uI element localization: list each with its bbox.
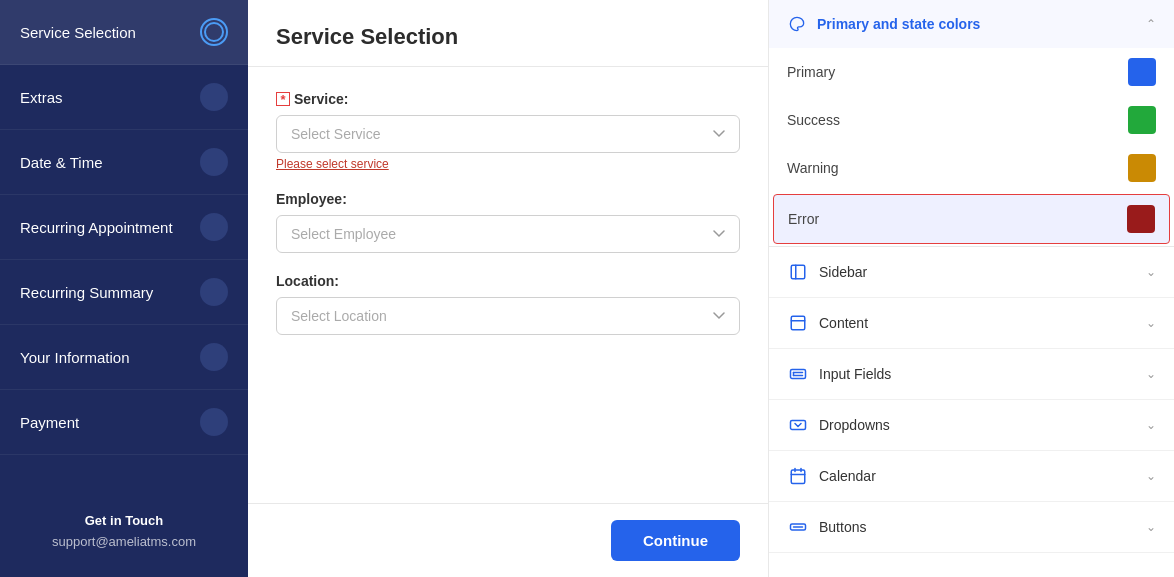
sidebar-item-label: Your Information (20, 349, 130, 366)
service-form-group: * Service: Select Service Please select … (276, 91, 740, 171)
color-swatch-success[interactable] (1128, 106, 1156, 134)
footer-title: Get in Touch (20, 511, 228, 532)
sidebar-step-icon-active (200, 18, 228, 46)
panel-item-buttons[interactable]: Buttons ⌄ (769, 502, 1174, 553)
main-footer: Continue (248, 503, 768, 577)
service-label: * Service: (276, 91, 740, 107)
color-row-error: Error (773, 194, 1170, 244)
main-header: Service Selection (248, 0, 768, 67)
main-body: * Service: Select Service Please select … (248, 67, 768, 503)
color-label-primary: Primary (787, 64, 835, 80)
main-panel: Service Selection * Service: Select Serv… (248, 0, 768, 577)
panel-input-fields-title: Input Fields (787, 363, 891, 385)
input-fields-icon (787, 363, 809, 385)
sidebar-item-recurring-summary[interactable]: Recurring Summary (0, 260, 248, 325)
service-select[interactable]: Select Service (276, 115, 740, 153)
sidebar-item-label: Service Selection (20, 24, 136, 41)
primary-colors-section: Primary and state colors ⌃ Primary Succe… (769, 0, 1174, 247)
sidebar-item-extras[interactable]: Extras (0, 65, 248, 130)
employee-form-group: Employee: Select Employee (276, 191, 740, 253)
sidebar-item-service-selection[interactable]: Service Selection (0, 0, 248, 65)
panel-buttons-title: Buttons (787, 516, 866, 538)
color-swatch-primary[interactable] (1128, 58, 1156, 86)
content-layout-icon (787, 312, 809, 334)
sidebar-step-icon (200, 148, 228, 176)
sidebar-item-label: Recurring Appointment (20, 219, 173, 236)
svg-rect-0 (791, 265, 805, 279)
panel-item-content[interactable]: Content ⌄ (769, 298, 1174, 349)
panel-content-title: Content (787, 312, 868, 334)
employee-label: Employee: (276, 191, 740, 207)
sidebar: Service Selection Extras Date & Time Rec… (0, 0, 248, 577)
service-error-message: Please select service (276, 157, 740, 171)
buttons-icon (787, 516, 809, 538)
location-form-group: Location: Select Location (276, 273, 740, 335)
svg-rect-9 (791, 470, 805, 484)
panel-item-calendar[interactable]: Calendar ⌄ (769, 451, 1174, 502)
sidebar-item-payment[interactable]: Payment (0, 390, 248, 455)
color-row-warning: Warning (769, 144, 1174, 192)
sidebar-step-icon (200, 408, 228, 436)
color-row-primary: Primary (769, 48, 1174, 96)
required-star: * (276, 92, 290, 106)
location-select[interactable]: Select Location (276, 297, 740, 335)
svg-rect-8 (791, 421, 806, 430)
sidebar-item-label: Recurring Summary (20, 284, 153, 301)
svg-rect-2 (791, 316, 805, 330)
chevron-up-icon: ⌃ (1146, 17, 1156, 31)
color-swatch-warning[interactable] (1128, 154, 1156, 182)
sidebar-item-label: Extras (20, 89, 63, 106)
sidebar-item-label: Payment (20, 414, 79, 431)
palette-icon (787, 14, 807, 34)
color-label-warning: Warning (787, 160, 839, 176)
chevron-down-icon: ⌄ (1146, 520, 1156, 534)
panel-dropdowns-title: Dropdowns (787, 414, 890, 436)
right-panel: Primary and state colors ⌃ Primary Succe… (768, 0, 1174, 577)
sidebar-step-icon (200, 278, 228, 306)
employee-select[interactable]: Select Employee (276, 215, 740, 253)
sidebar-step-icon (200, 213, 228, 241)
sidebar-layout-icon (787, 261, 809, 283)
primary-colors-header[interactable]: Primary and state colors ⌃ (769, 0, 1174, 48)
chevron-down-icon: ⌄ (1146, 367, 1156, 381)
sidebar-step-icon (200, 83, 228, 111)
color-label-success: Success (787, 112, 840, 128)
dropdowns-icon (787, 414, 809, 436)
color-swatch-error[interactable] (1127, 205, 1155, 233)
sidebar-item-date-time[interactable]: Date & Time (0, 130, 248, 195)
chevron-down-icon: ⌄ (1146, 469, 1156, 483)
calendar-icon (787, 465, 809, 487)
continue-button[interactable]: Continue (611, 520, 740, 561)
panel-item-sidebar[interactable]: Sidebar ⌄ (769, 247, 1174, 298)
sidebar-footer: Get in Touch support@ameliatms.com (0, 487, 248, 577)
sidebar-step-icon (200, 343, 228, 371)
sidebar-item-label: Date & Time (20, 154, 103, 171)
color-row-success: Success (769, 96, 1174, 144)
panel-sidebar-title: Sidebar (787, 261, 867, 283)
primary-colors-title: Primary and state colors (787, 14, 980, 34)
page-title: Service Selection (276, 24, 740, 50)
chevron-down-icon: ⌄ (1146, 265, 1156, 279)
footer-email: support@ameliatms.com (20, 532, 228, 553)
chevron-down-icon: ⌄ (1146, 316, 1156, 330)
color-label-error: Error (788, 211, 819, 227)
location-label: Location: (276, 273, 740, 289)
sidebar-item-your-information[interactable]: Your Information (0, 325, 248, 390)
panel-item-dropdowns[interactable]: Dropdowns ⌄ (769, 400, 1174, 451)
chevron-down-icon: ⌄ (1146, 418, 1156, 432)
panel-item-input-fields[interactable]: Input Fields ⌄ (769, 349, 1174, 400)
sidebar-item-recurring-appointment[interactable]: Recurring Appointment (0, 195, 248, 260)
panel-calendar-title: Calendar (787, 465, 876, 487)
